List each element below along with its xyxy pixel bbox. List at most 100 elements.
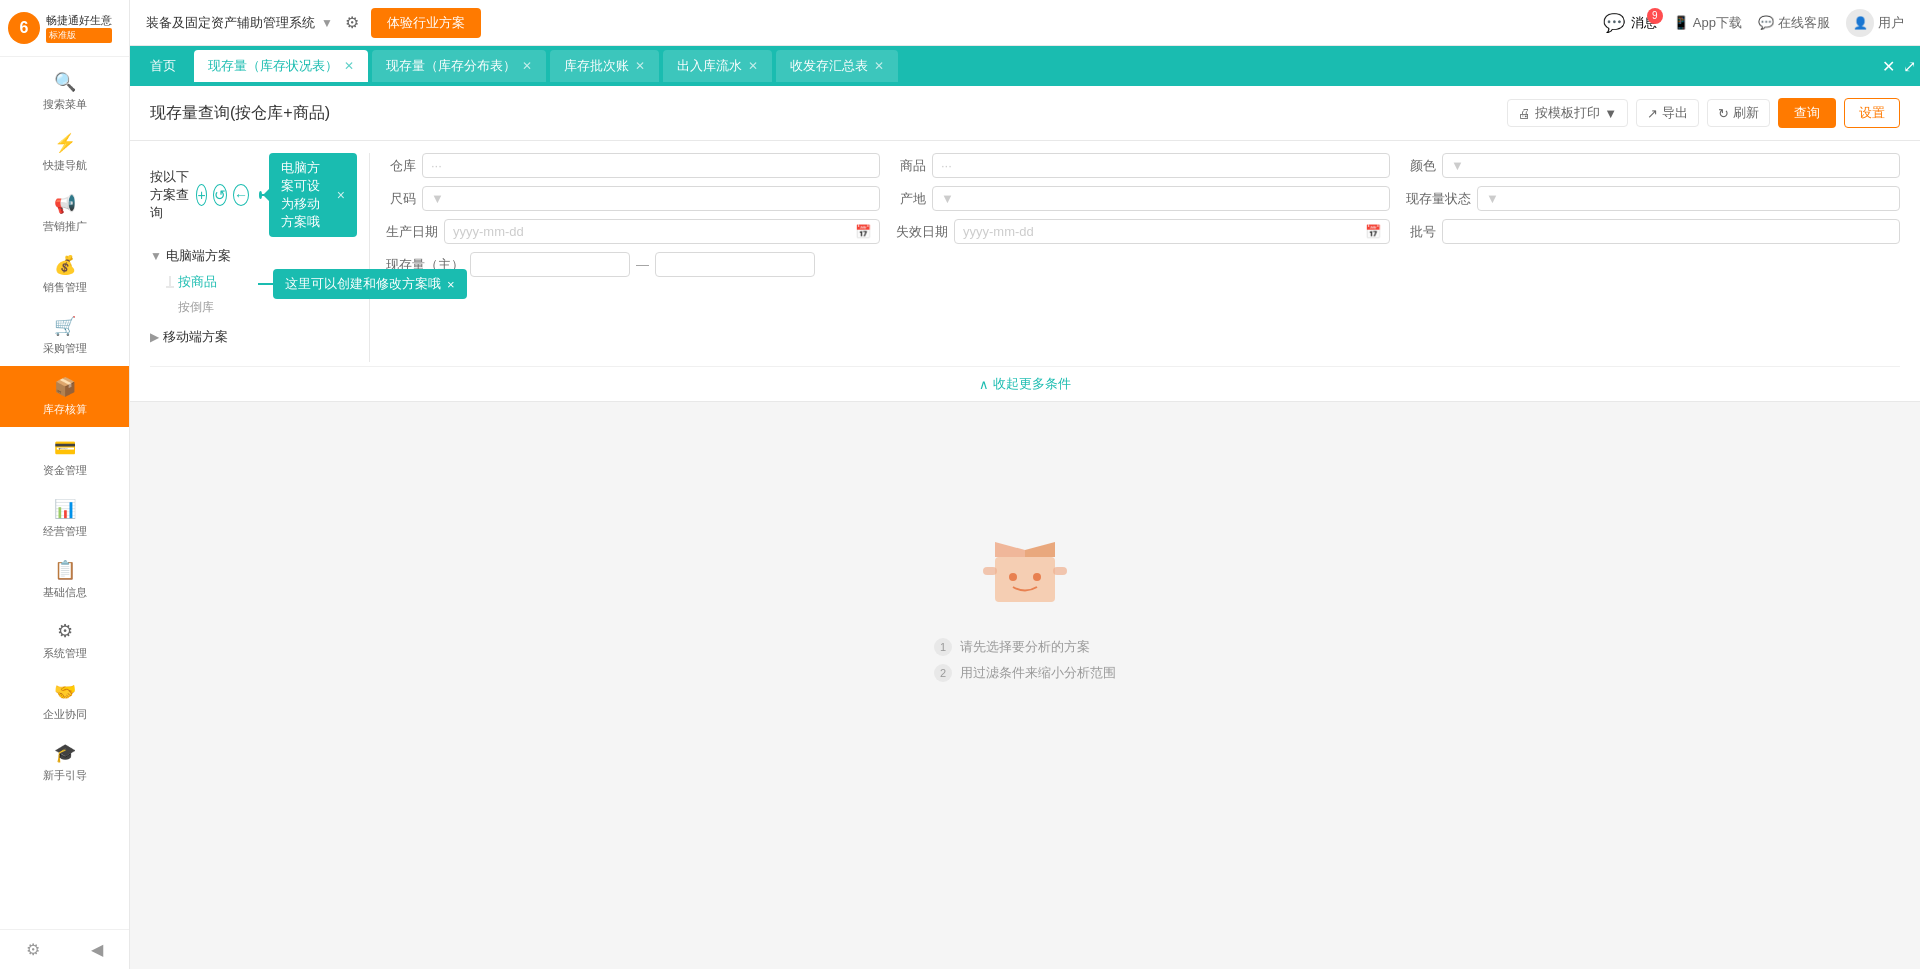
color-label: 颜色 xyxy=(1406,157,1436,175)
logo-icon: 6 xyxy=(8,12,40,44)
message-area[interactable]: 💬 9 消息 xyxy=(1603,12,1657,34)
origin-dropdown-icon: ▼ xyxy=(941,191,954,206)
tab-flow-close[interactable]: ✕ xyxy=(748,59,758,73)
user-label: 用户 xyxy=(1878,14,1904,32)
export-button[interactable]: ↗ 导出 xyxy=(1636,99,1699,127)
scheme-popup: 电脑方案可设为移动方案哦 × xyxy=(269,153,357,237)
edit-popup-text: 这里可以创建和修改方案哦 xyxy=(285,275,441,293)
origin-input[interactable]: ▼ xyxy=(932,186,1390,211)
refresh-label: 刷新 xyxy=(1733,104,1759,122)
sidebar-collapse-button[interactable]: ◀ xyxy=(91,940,103,959)
sidebar-item-label: 系统管理 xyxy=(43,646,87,661)
tab-maximize-icon[interactable]: ⤢ xyxy=(1903,57,1916,76)
size-input[interactable]: ▼ xyxy=(422,186,880,211)
edit-popup-close[interactable]: × xyxy=(447,277,455,292)
finance-icon: 💳 xyxy=(54,437,76,459)
tab-summary[interactable]: 收发存汇总表 ✕ xyxy=(776,50,898,82)
print-icon: 🖨 xyxy=(1518,106,1531,121)
topbar-settings-icon[interactable]: ⚙ xyxy=(345,13,359,32)
search-menu-icon: 🔍 xyxy=(54,71,76,93)
tab-batch-close[interactable]: ✕ xyxy=(635,59,645,73)
empty-step-2: 2 用过滤条件来缩小分析范围 xyxy=(934,664,1116,682)
sidebar-item-search[interactable]: 🔍 搜索菜单 xyxy=(0,61,129,122)
refresh-icon: ↺ xyxy=(214,187,226,203)
production-date-field: 生产日期 yyyy-mm-dd 📅 xyxy=(386,219,880,244)
tab-stock-status-close[interactable]: ✕ xyxy=(344,59,354,73)
goods-dots: ··· xyxy=(941,158,952,173)
sidebar-item-enterprise[interactable]: 🤝 企业协同 xyxy=(0,671,129,732)
trial-button[interactable]: 体验行业方案 xyxy=(371,8,481,38)
print-button[interactable]: 🖨 按模板打印 ▼ xyxy=(1507,99,1628,127)
user-area[interactable]: 👤 用户 xyxy=(1846,9,1904,37)
add-scheme-button[interactable]: + xyxy=(196,184,207,206)
tab-stock-status-label: 现存量（库存状况表） xyxy=(208,57,338,75)
stock-qty-dash: — xyxy=(636,257,649,272)
scheme-popup-text: 电脑方案可设为移动方案哦 xyxy=(281,159,330,231)
tab-summary-label: 收发存汇总表 xyxy=(790,57,868,75)
sidebar-item-system[interactable]: ⚙ 系统管理 xyxy=(0,610,129,671)
color-input[interactable]: ▼ xyxy=(1442,153,1900,178)
stock-status-field: 现存量状态 ▼ xyxy=(1406,186,1900,211)
tab-summary-close[interactable]: ✕ xyxy=(874,59,884,73)
expiry-date-input[interactable]: yyyy-mm-dd 📅 xyxy=(954,219,1390,244)
tab-stock-dist-close[interactable]: ✕ xyxy=(522,59,532,73)
back-scheme-button[interactable]: ← xyxy=(233,184,249,206)
sidebar-settings-button[interactable]: ⚙ xyxy=(26,940,40,959)
tree-desktop-scheme[interactable]: ▼ 电脑端方案 xyxy=(150,243,357,269)
sidebar-item-inventory[interactable]: 📦 库存核算 xyxy=(0,366,129,427)
filter-area: 按以下方案查询 + ↺ ← xyxy=(130,141,1920,402)
tree-mobile-scheme[interactable]: ▶ 移动端方案 xyxy=(150,324,357,350)
app-download-icon: 📱 xyxy=(1673,15,1689,30)
sidebar-item-marketing[interactable]: 📢 营销推广 xyxy=(0,183,129,244)
color-dropdown-icon: ▼ xyxy=(1451,158,1464,173)
refresh-scheme-button[interactable]: ↺ xyxy=(213,184,227,206)
sidebar-item-label: 采购管理 xyxy=(43,341,87,356)
tab-stock-dist[interactable]: 现存量（库存分布表） ✕ xyxy=(372,50,546,82)
goods-input[interactable]: ··· xyxy=(932,153,1390,178)
sidebar-item-management[interactable]: 📊 经营管理 xyxy=(0,488,129,549)
sidebar-item-purchase[interactable]: 🛒 采购管理 xyxy=(0,305,129,366)
user-avatar: 👤 xyxy=(1846,9,1874,37)
batch-label: 批号 xyxy=(1406,223,1436,241)
sidebar-item-sales[interactable]: 💰 销售管理 xyxy=(0,244,129,305)
app-download-area[interactable]: 📱 App下载 xyxy=(1673,14,1742,32)
refresh-button[interactable]: ↻ 刷新 xyxy=(1707,99,1770,127)
sidebar-item-label: 企业协同 xyxy=(43,707,87,722)
collapse-more-button[interactable]: ∧ 收起更多条件 xyxy=(150,366,1900,401)
search-button[interactable]: 查询 xyxy=(1778,98,1836,128)
scheme-popup-close[interactable]: × xyxy=(337,187,345,203)
sidebar-item-quicknav[interactable]: ⚡ 快捷导航 xyxy=(0,122,129,183)
scheme-tree: ▼ 电脑端方案 xyxy=(150,243,357,350)
stock-status-input[interactable]: ▼ xyxy=(1477,186,1900,211)
back-icon: ← xyxy=(234,187,248,203)
batch-input[interactable] xyxy=(1442,219,1900,244)
sidebar-item-finance[interactable]: 💳 资金管理 xyxy=(0,427,129,488)
tree-goods-item[interactable]: 按商品 xyxy=(178,269,217,295)
origin-label: 产地 xyxy=(896,190,926,208)
sidebar-item-guide[interactable]: 🎓 新手引导 xyxy=(0,732,129,793)
production-date-input[interactable]: yyyy-mm-dd 📅 xyxy=(444,219,880,244)
stock-qty-to-input[interactable] xyxy=(655,252,815,277)
tab-batch[interactable]: 库存批次账 ✕ xyxy=(550,50,659,82)
tree-goods-label: 按商品 xyxy=(178,273,217,291)
sidebar-item-basic[interactable]: 📋 基础信息 xyxy=(0,549,129,610)
export-icon: ↗ xyxy=(1647,106,1658,121)
tab-stock-status[interactable]: 现存量（库存状况表） ✕ xyxy=(194,50,368,82)
setting-button[interactable]: 设置 xyxy=(1844,98,1900,128)
user-avatar-icon: 👤 xyxy=(1853,16,1868,30)
tab-flow[interactable]: 出入库流水 ✕ xyxy=(663,50,772,82)
page-title: 现存量查询(按仓库+商品) xyxy=(150,103,330,124)
filter-row-2: 尺码 ▼ 产地 ▼ xyxy=(386,186,1900,211)
system-selector[interactable]: 装备及固定资产辅助管理系统 ▼ xyxy=(146,14,333,32)
filter-header-row: 按以下方案查询 + ↺ ← xyxy=(150,153,1900,362)
origin-field: 产地 ▼ xyxy=(896,186,1390,211)
tab-close-all-icon[interactable]: ✕ xyxy=(1882,57,1895,76)
warehouse-input[interactable]: ··· xyxy=(422,153,880,178)
tab-home[interactable]: 首页 xyxy=(136,50,190,82)
tree-sub-item-area: 按商品 这里可以创建和修改方案哦 × xyxy=(166,269,357,295)
svg-point-2 xyxy=(1033,573,1041,581)
guide-icon: 🎓 xyxy=(54,742,76,764)
export-label: 导出 xyxy=(1662,104,1688,122)
stock-qty-from-input[interactable] xyxy=(470,252,630,277)
online-service-area[interactable]: 💬 在线客服 xyxy=(1758,14,1830,32)
